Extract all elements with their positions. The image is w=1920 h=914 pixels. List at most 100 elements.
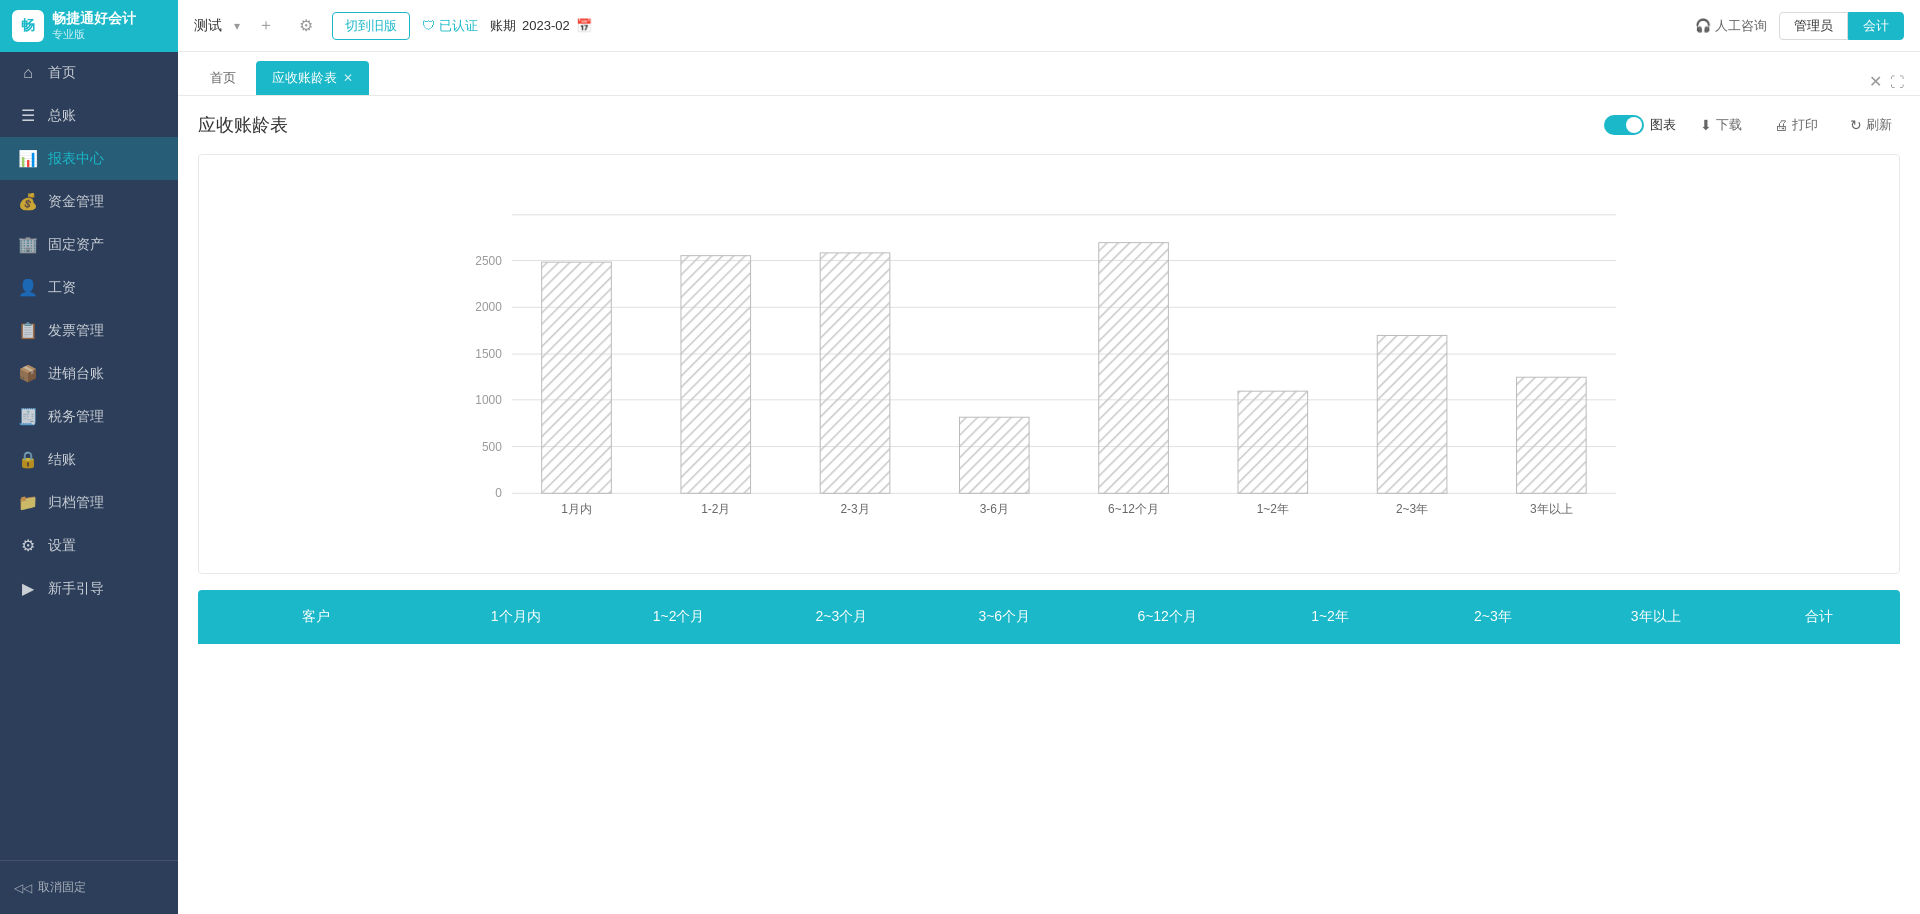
svg-text:2~3年: 2~3年: [1396, 502, 1428, 516]
sidebar-item-settings[interactable]: ⚙ 设置: [0, 524, 178, 567]
sidebar-item-inventory[interactable]: 📦 进销台账: [0, 352, 178, 395]
sidebar-item-label: 首页: [48, 64, 76, 82]
sidebar-item-label: 归档管理: [48, 494, 104, 512]
page-header: 应收账龄表 图表 ⬇ 下载 🖨 打印: [198, 112, 1900, 138]
role-btn[interactable]: 会计: [1848, 12, 1904, 40]
svg-text:2500: 2500: [475, 254, 502, 268]
archive-icon: 📁: [18, 493, 38, 512]
tab-close-icon[interactable]: ✕: [343, 71, 353, 85]
page-actions: 图表 ⬇ 下载 🖨 打印 ↻ 刷新: [1604, 112, 1900, 138]
table-col-1-2y: 1~2年: [1249, 608, 1412, 626]
refresh-btn[interactable]: ↻ 刷新: [1842, 112, 1900, 138]
print-label: 打印: [1792, 116, 1818, 134]
svg-rect-24: [1238, 391, 1308, 493]
table-col-3-6m: 3~6个月: [923, 608, 1086, 626]
sidebar-item-assets[interactable]: 🏢 固定资产: [0, 223, 178, 266]
download-icon: ⬇: [1700, 117, 1712, 133]
home-icon: ⌂: [18, 64, 38, 82]
inventory-icon: 📦: [18, 364, 38, 383]
table-col-1m: 1个月内: [434, 608, 597, 626]
table-col-1-2m: 1~2个月: [597, 608, 760, 626]
toggle-thumb: [1626, 117, 1642, 133]
ledger-icon: ☰: [18, 106, 38, 125]
invoice-icon: 📋: [18, 321, 38, 340]
svg-text:2-3月: 2-3月: [840, 502, 869, 516]
tab-home[interactable]: 首页: [194, 61, 252, 95]
sidebar-item-tax[interactable]: 🧾 税务管理: [0, 395, 178, 438]
svg-rect-16: [681, 256, 751, 494]
switch-old-version-btn[interactable]: 切到旧版: [332, 12, 410, 40]
svg-rect-28: [1517, 377, 1587, 493]
module-name: 测试: [194, 17, 222, 35]
svg-text:1~2年: 1~2年: [1257, 502, 1289, 516]
svg-text:0: 0: [495, 486, 502, 500]
table-col-customer: 客户: [198, 608, 434, 626]
table-col-2-3m: 2~3个月: [760, 608, 923, 626]
sidebar-item-ledger[interactable]: ☰ 总账: [0, 94, 178, 137]
svg-text:2000: 2000: [475, 300, 502, 314]
period-label: 账期: [490, 17, 516, 35]
settings-icon: ⚙: [18, 536, 38, 555]
table-col-6-12m: 6~12个月: [1086, 608, 1249, 626]
sidebar-item-payroll[interactable]: 👤 工资: [0, 266, 178, 309]
table-header: 客户 1个月内 1~2个月 2~3个月 3~6个月 6~12个月 1~2年 2~…: [198, 590, 1900, 644]
tab-receivable-aging[interactable]: 应收账龄表 ✕: [256, 61, 369, 95]
expand-icon[interactable]: ⛶: [1890, 74, 1904, 90]
bar-chart: 0 500 1000 1500 2000 2500 1月内: [219, 175, 1879, 553]
sidebar-logo: 畅 畅捷通好会计 专业版: [0, 0, 178, 52]
sidebar-item-label: 总账: [48, 107, 76, 125]
chart-toggle[interactable]: 图表: [1604, 115, 1676, 135]
sidebar-item-archive[interactable]: 📁 归档管理: [0, 481, 178, 524]
svg-rect-18: [820, 253, 890, 493]
sidebar-item-guide[interactable]: ▶ 新手引导: [0, 567, 178, 610]
svg-text:1500: 1500: [475, 347, 502, 361]
user-btn[interactable]: 管理员: [1779, 12, 1848, 40]
cancel-fixed-btn[interactable]: ◁◁ 取消固定: [0, 871, 178, 904]
user-role-btns: 管理员 会计: [1779, 12, 1904, 40]
sidebar-item-label: 固定资产: [48, 236, 104, 254]
svg-rect-20: [959, 417, 1029, 493]
logo-icon: 畅: [12, 10, 44, 42]
sidebar-item-reports[interactable]: 📊 报表中心: [0, 137, 178, 180]
refresh-label: 刷新: [1866, 116, 1892, 134]
app-name: 畅捷通好会计: [52, 10, 136, 27]
tab-active-label: 应收账龄表: [272, 69, 337, 87]
headset-icon: 🎧: [1695, 18, 1711, 33]
toggle-label: 图表: [1650, 116, 1676, 134]
sidebar-item-close[interactable]: 🔒 结账: [0, 438, 178, 481]
table-col-3y-plus: 3年以上: [1574, 608, 1737, 626]
pin-icon: ◁◁: [14, 881, 32, 895]
topbar-settings-icon[interactable]: ⚙: [292, 12, 320, 40]
print-icon: 🖨: [1774, 117, 1788, 133]
close-icon[interactable]: ✕: [1869, 72, 1882, 91]
chart-container: 0 500 1000 1500 2000 2500 1月内: [198, 154, 1900, 574]
app-edition: 专业版: [52, 27, 136, 42]
table-col-2-3y: 2~3年: [1411, 608, 1574, 626]
calendar-icon[interactable]: 📅: [576, 18, 592, 33]
shield-icon: 🛡: [422, 18, 435, 33]
add-module-icon[interactable]: ＋: [252, 12, 280, 40]
print-btn[interactable]: 🖨 打印: [1766, 112, 1826, 138]
module-dropdown-icon[interactable]: ▾: [234, 19, 240, 33]
consult-btn[interactable]: 🎧 人工咨询: [1695, 17, 1767, 35]
main-area: 测试 ▾ ＋ ⚙ 切到旧版 🛡 已认证 账期 2023-02 📅 🎧 人工咨询 …: [178, 0, 1920, 914]
sidebar-item-invoice[interactable]: 📋 发票管理: [0, 309, 178, 352]
sidebar-nav: ⌂ 首页 ☰ 总账 📊 报表中心 💰 资金管理 🏢 固定资产 👤 工资 📋 发票…: [0, 52, 178, 860]
sidebar-item-home[interactable]: ⌂ 首页: [0, 52, 178, 94]
content-area: 应收账龄表 图表 ⬇ 下载 🖨 打印: [178, 96, 1920, 914]
period-display: 账期 2023-02 📅: [490, 17, 592, 35]
svg-text:1000: 1000: [475, 393, 502, 407]
topbar: 测试 ▾ ＋ ⚙ 切到旧版 🛡 已认证 账期 2023-02 📅 🎧 人工咨询 …: [178, 0, 1920, 52]
sidebar-bottom: ◁◁ 取消固定: [0, 860, 178, 914]
sidebar-item-funds[interactable]: 💰 资金管理: [0, 180, 178, 223]
funds-icon: 💰: [18, 192, 38, 211]
download-btn[interactable]: ⬇ 下载: [1692, 112, 1750, 138]
payroll-icon: 👤: [18, 278, 38, 297]
toggle-track[interactable]: [1604, 115, 1644, 135]
svg-text:1月内: 1月内: [561, 502, 592, 516]
cancel-fixed-label: 取消固定: [38, 879, 86, 896]
assets-icon: 🏢: [18, 235, 38, 254]
sidebar-item-label: 进销台账: [48, 365, 104, 383]
close-ledger-icon: 🔒: [18, 450, 38, 469]
svg-rect-26: [1377, 335, 1447, 493]
